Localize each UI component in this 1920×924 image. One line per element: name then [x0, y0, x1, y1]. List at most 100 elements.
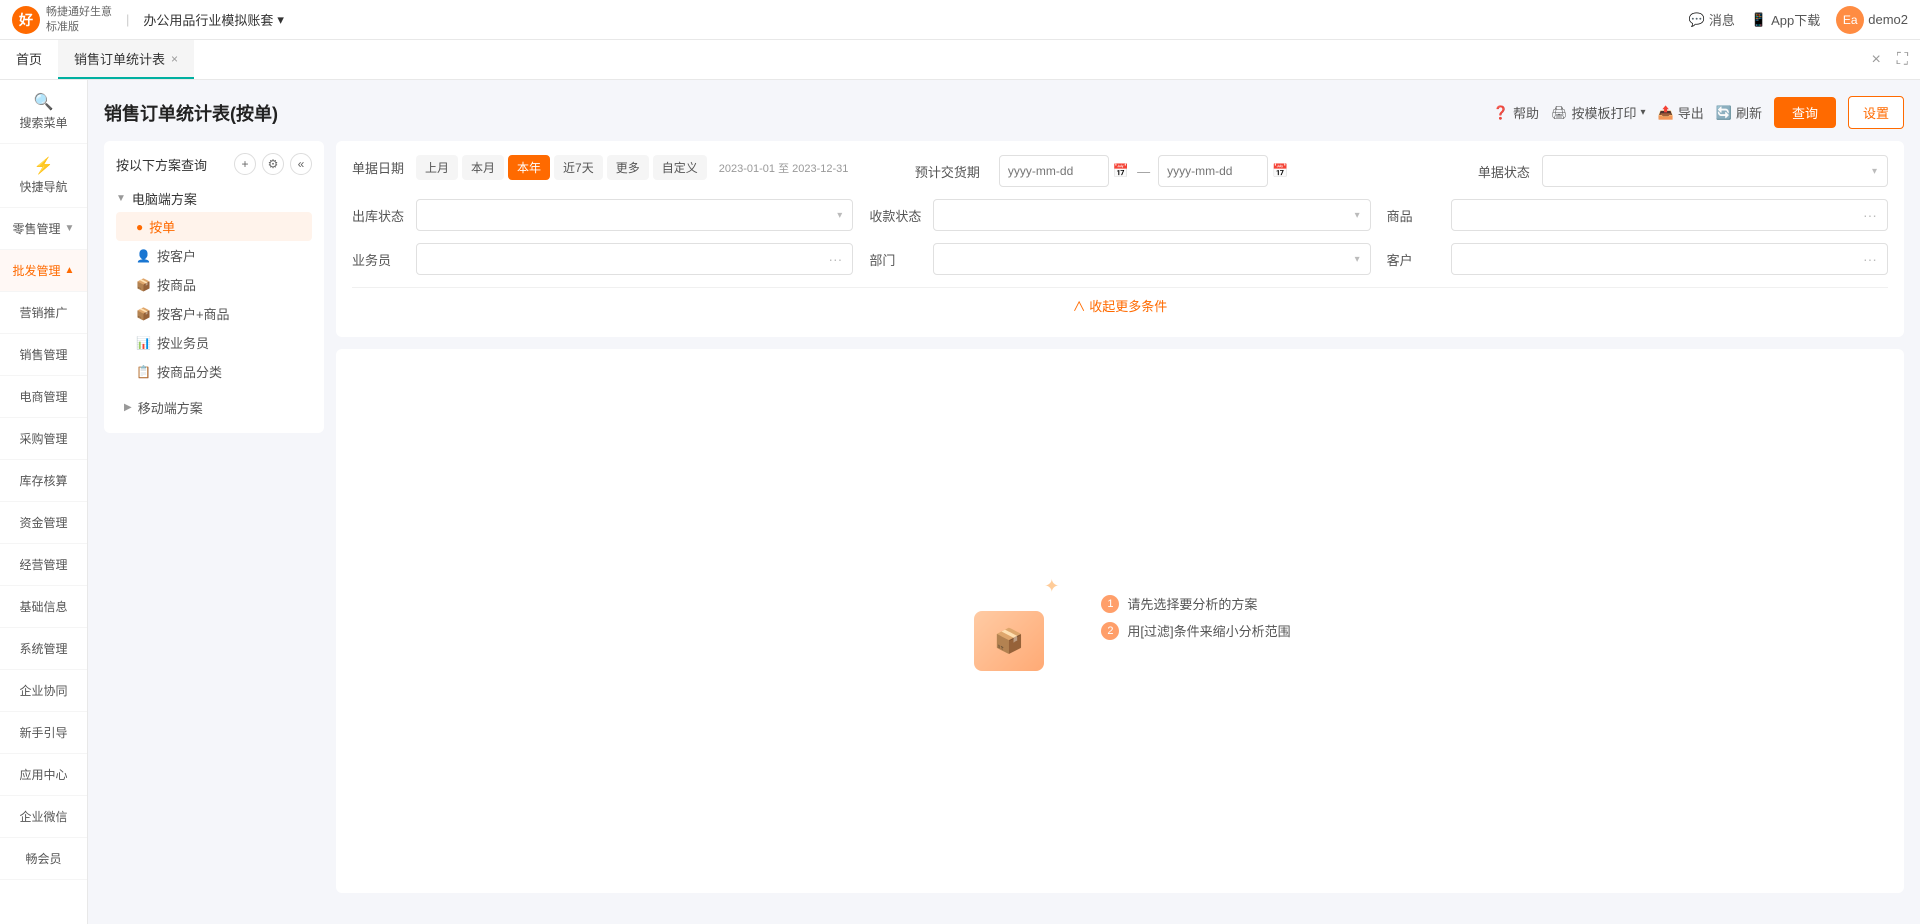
customer-icon: 👤: [136, 249, 151, 263]
date-filter-group: 单据日期 上月 本月 本年 近7天 更多 自定义 2023-01-01 至 20…: [352, 155, 899, 180]
message-btn[interactable]: 💬 消息: [1689, 10, 1735, 29]
sidebar-item-retail[interactable]: 零售管理 ▼: [0, 208, 87, 250]
pred-date-end-input[interactable]: [1158, 155, 1268, 187]
date-btn-last-month[interactable]: 上月: [416, 155, 458, 180]
sidebar-item-wholesale[interactable]: 批发管理 ▲: [0, 250, 87, 292]
nav-icon: ⚡: [4, 156, 83, 176]
date-btn-more[interactable]: 更多: [607, 155, 649, 180]
tree-item-by-order[interactable]: ● 按单: [116, 212, 312, 241]
tree-section-mobile-title[interactable]: ▶ 移动端方案: [116, 394, 312, 421]
step-2-num: 2: [1101, 622, 1119, 640]
collapse-bar[interactable]: ∧ 收起更多条件: [352, 287, 1888, 323]
template-print-btn[interactable]: 🖨 按模板打印 ▾: [1551, 103, 1646, 122]
sidebar-item-newbie[interactable]: 新手引导: [0, 712, 87, 754]
sidebar-item-finance[interactable]: 资金管理: [0, 502, 87, 544]
add-scheme-btn[interactable]: +: [234, 153, 256, 175]
tree-section-mobile: ▶ 移动端方案: [116, 394, 312, 421]
goods-input[interactable]: ···: [1451, 199, 1888, 231]
tab-home[interactable]: 首页: [0, 40, 58, 79]
circle-icon: ●: [136, 220, 143, 234]
chevron-up-icon: ▲: [65, 265, 75, 276]
help-btn[interactable]: ❓ 帮助: [1493, 103, 1539, 122]
filter-row-1: 单据日期 上月 本月 本年 近7天 更多 自定义 2023-01-01 至 20…: [352, 155, 1888, 187]
pred-date-start-input[interactable]: [999, 155, 1109, 187]
customer-input[interactable]: ···: [1451, 243, 1888, 275]
salesperson-more-icon[interactable]: ···: [828, 251, 842, 267]
sidebar-item-basic[interactable]: 基础信息: [0, 586, 87, 628]
tree-item-by-category[interactable]: 📋 按商品分类: [116, 357, 312, 386]
tab-bar: 首页 销售订单统计表 × × ⛶: [0, 40, 1920, 80]
refresh-btn[interactable]: 🔄 刷新: [1716, 103, 1762, 122]
dept-select[interactable]: ▾: [933, 243, 1370, 275]
status-select-arrow: ▾: [1872, 166, 1877, 177]
logo-text: 畅捷通好生意 标准版: [46, 5, 112, 34]
scheme-settings-btn[interactable]: ⚙: [262, 153, 284, 175]
shipment-arrow-icon: ▾: [837, 210, 842, 221]
salesperson-filter: 业务员 ···: [352, 243, 853, 275]
tree-item-by-goods[interactable]: 📦 按商品: [116, 270, 312, 299]
calendar-end-icon[interactable]: 📅: [1272, 163, 1288, 179]
setting-button[interactable]: 设置: [1848, 96, 1904, 129]
calendar-start-icon[interactable]: 📅: [1113, 163, 1129, 179]
filter-row-3: 业务员 ··· 部门 ▾: [352, 243, 1888, 275]
top-bar-left: 好 畅捷通好生意 标准版 | 办公用品行业模拟账套 ▾: [12, 5, 284, 34]
panel-header-actions: + ⚙ «: [234, 153, 312, 175]
pred-date-group: 预计交货期 📅 — 📅: [915, 155, 1462, 187]
payment-filter: 收款状态 ▾: [869, 199, 1370, 231]
sidebar-item-system[interactable]: 系统管理: [0, 628, 87, 670]
tree-item-by-salesperson[interactable]: 📊 按业务员: [116, 328, 312, 357]
date-btn-this-month[interactable]: 本月: [462, 155, 504, 180]
empty-step-1: 1 请先选择要分析的方案: [1101, 594, 1290, 613]
sidebar-item-member[interactable]: 畅会员: [0, 838, 87, 880]
dept-filter: 部门 ▾: [869, 243, 1370, 275]
tab-bar-tabs: 首页 销售订单统计表 ×: [0, 40, 194, 79]
print-icon: 🖨: [1551, 105, 1568, 121]
page-dropdown[interactable]: 办公用品行业模拟账套 ▾: [143, 10, 284, 29]
date-range-inputs: 📅 — 📅: [999, 155, 1288, 187]
sidebar-item-ecommerce[interactable]: 电商管理: [0, 376, 87, 418]
sidebar-item-search[interactable]: 🔍 搜索菜单: [0, 80, 87, 144]
user-avatar-area[interactable]: Ea demo2: [1836, 6, 1908, 34]
tree-item-by-customer[interactable]: 👤 按客户: [116, 241, 312, 270]
empty-illustration: ✦ 📦: [949, 571, 1069, 671]
chevron-down-icon: ▾: [1641, 107, 1646, 118]
window-expand-btn[interactable]: ⛶: [1893, 47, 1912, 73]
date-btn-7days[interactable]: 近7天: [554, 155, 603, 180]
query-button[interactable]: 查询: [1774, 97, 1836, 128]
sidebar-item-wechat[interactable]: 企业微信: [0, 796, 87, 838]
filter-card: 单据日期 上月 本月 本年 近7天 更多 自定义 2023-01-01 至 20…: [336, 141, 1904, 337]
collapse-panel-btn[interactable]: «: [290, 153, 312, 175]
sidebar-item-purchase[interactable]: 采购管理: [0, 418, 87, 460]
sidebar-item-enterprise[interactable]: 企业协同: [0, 670, 87, 712]
goods-more-icon[interactable]: ···: [1863, 207, 1877, 223]
customer-more-icon[interactable]: ···: [1863, 251, 1877, 267]
sidebar-item-quick-nav[interactable]: ⚡ 快捷导航: [0, 144, 87, 208]
tab-close-icon[interactable]: ×: [171, 52, 178, 66]
logo-area: 好 畅捷通好生意 标准版: [12, 5, 112, 34]
tab-sales-stats[interactable]: 销售订单统计表 ×: [58, 40, 194, 79]
sidebar-item-marketing[interactable]: 营销推广: [0, 292, 87, 334]
tree-section-desktop-title[interactable]: ▼ 电脑端方案: [116, 185, 312, 212]
sidebar-item-management[interactable]: 经营管理: [0, 544, 87, 586]
app-icon: 📱: [1751, 12, 1767, 28]
sidebar-item-inventory[interactable]: 库存核算: [0, 460, 87, 502]
tree-item-by-customer-goods[interactable]: 📦 按客户+商品: [116, 299, 312, 328]
window-close-btn[interactable]: ×: [1867, 47, 1884, 73]
shipment-select[interactable]: ▾: [416, 199, 853, 231]
payment-select[interactable]: ▾: [933, 199, 1370, 231]
date-btn-this-year[interactable]: 本年: [508, 155, 550, 180]
breadcrumb-sep: |: [126, 12, 129, 27]
content-area: 销售订单统计表(按单) ❓ 帮助 🖨 按模板打印 ▾ 📤 导出 🔄 刷新: [88, 80, 1920, 924]
status-filter-group: 单据状态 ▾: [1478, 155, 1888, 187]
date-btn-custom[interactable]: 自定义: [653, 155, 707, 180]
empty-state: ✦ 📦 1 请先选择要分析的方案 2: [336, 349, 1904, 893]
sidebar-item-apps[interactable]: 应用中心: [0, 754, 87, 796]
top-bar: 好 畅捷通好生意 标准版 | 办公用品行业模拟账套 ▾ 💬 消息 📱 App下载…: [0, 0, 1920, 40]
app-download-btn[interactable]: 📱 App下载: [1751, 10, 1820, 29]
refresh-icon: 🔄: [1716, 105, 1732, 121]
sidebar-item-sales[interactable]: 销售管理: [0, 334, 87, 376]
salesperson-input[interactable]: ···: [416, 243, 853, 275]
export-btn[interactable]: 📤 导出: [1658, 103, 1704, 122]
status-select[interactable]: ▾: [1542, 155, 1888, 187]
content-panels: 按以下方案查询 + ⚙ « ▼ 电脑端方案 ● 按单: [104, 141, 1904, 893]
